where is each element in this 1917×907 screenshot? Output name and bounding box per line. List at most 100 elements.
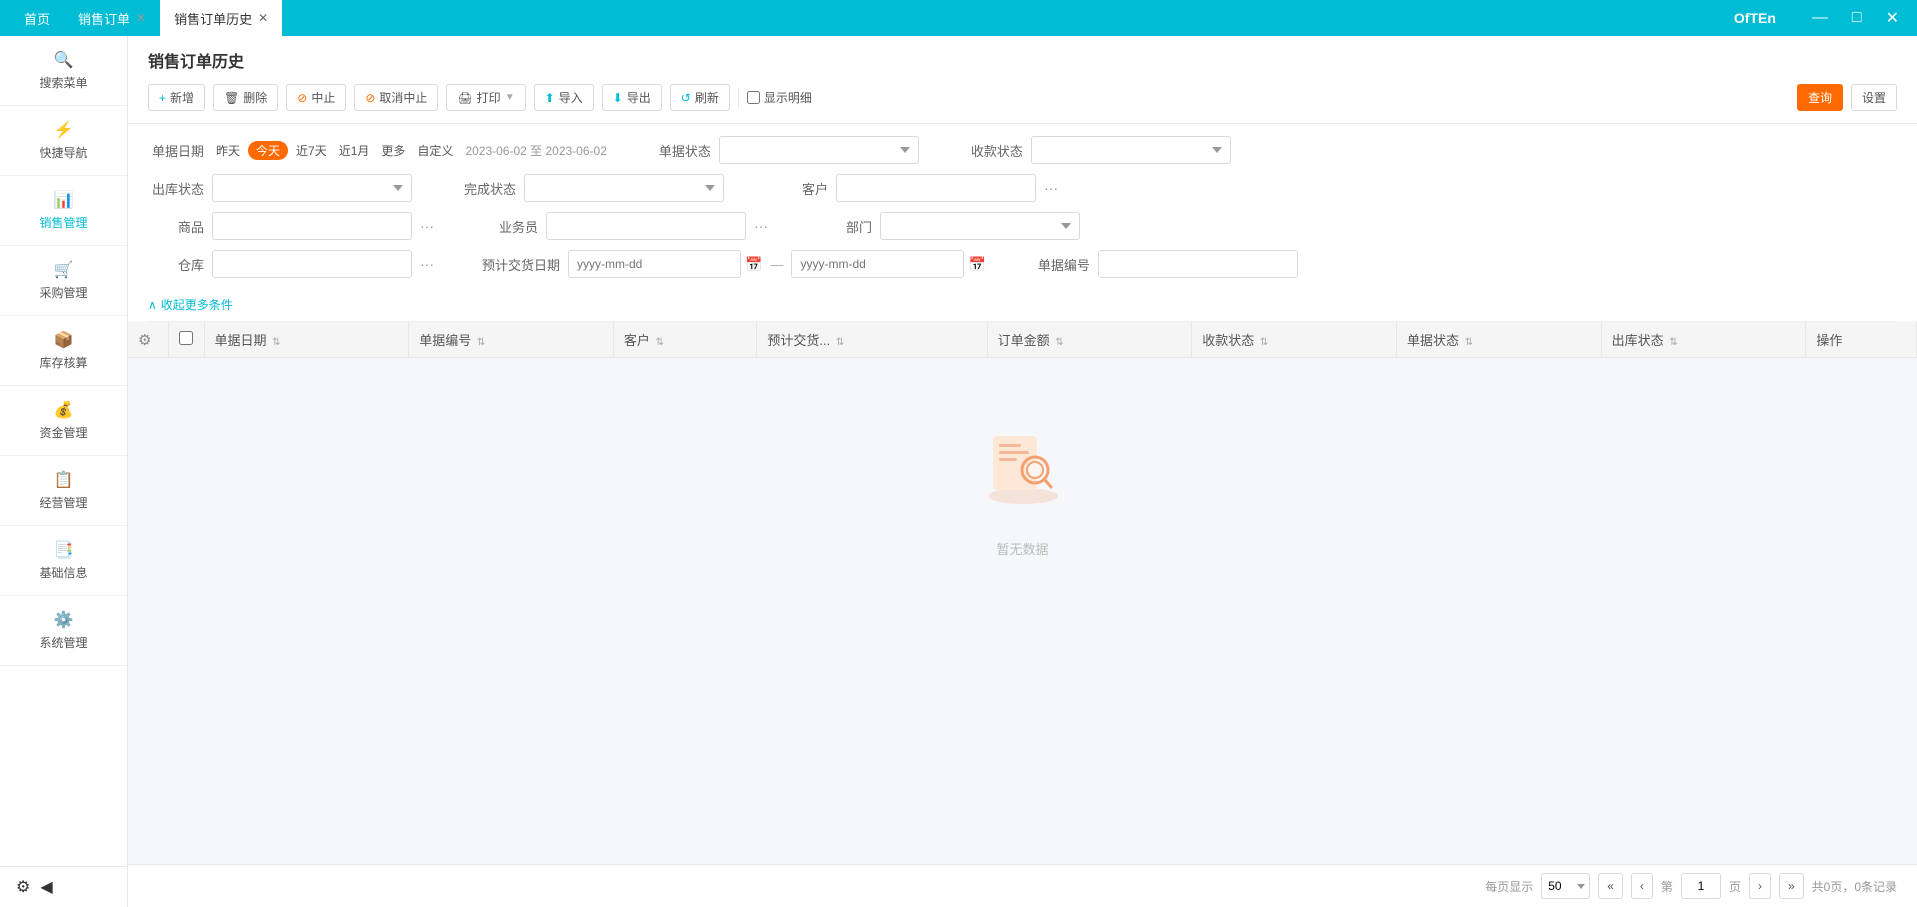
first-page-btn[interactable]: « [1598,873,1623,899]
current-page-input[interactable] [1681,873,1721,899]
customer-input[interactable] [836,174,1036,202]
filter-delivery-status: 出库状态 [148,174,412,202]
expected-date-range: 📅 — 📅 [568,250,986,278]
sidebar-item-base-info[interactable]: 📑 基础信息 [0,526,127,596]
order-status-select[interactable] [719,136,919,164]
refresh-button[interactable]: ↺ 刷新 [670,84,730,111]
close-window-btn[interactable]: ✕ [1878,5,1907,31]
sidebar-item-sales-mgmt[interactable]: 📊 销售管理 [0,176,127,246]
order-status-label: 单据状态 [655,141,711,160]
show-detail-checkbox[interactable] [747,91,760,104]
filter-complete-status: 完成状态 [460,174,724,202]
sidebar-collapse-icon[interactable]: ◀ [40,877,52,897]
salesman-label: 业务员 [482,217,538,236]
sidebar-settings-icon[interactable]: ⚙ [16,877,30,897]
sort-date-icon[interactable]: ⇅ [272,337,280,348]
sidebar-item-finance-label: 资金管理 [39,424,87,441]
date-today-tag[interactable]: 今天 [248,141,288,160]
date-more-btn[interactable]: 更多 [377,141,409,160]
th-settings: ⚙ [128,322,168,358]
export-button[interactable]: ⬇ 导出 [602,84,662,111]
cancel-stop-button[interactable]: ⊘ 取消中止 [354,84,438,111]
table-settings-icon[interactable]: ⚙ [138,332,151,349]
toolbar: + 新增 🗑 删除 ⊘ 中止 ⊘ 取消中止 [148,84,1897,111]
content-area: 销售订单历史 + 新增 🗑 删除 ⊘ 中止 ⊘ [128,36,1917,907]
sidebar-item-operations[interactable]: 📋 经营管理 [0,456,127,526]
sidebar-item-sales-mgmt-label: 销售管理 [39,214,87,231]
delete-button[interactable]: 🗑 删除 [213,84,278,111]
settings-button[interactable]: 设置 [1851,84,1897,111]
sort-expected-date-icon[interactable]: ⇅ [836,337,844,348]
department-label: 部门 [816,217,872,236]
sort-amount-icon[interactable]: ⇅ [1055,337,1063,348]
window-controls: OfTEn — □ ✕ [1734,5,1907,31]
date-yesterday-btn[interactable]: 昨天 [212,141,244,160]
tab-sales-order-history-close[interactable]: ✕ [258,11,268,25]
sidebar-item-purchase-mgmt-label: 采购管理 [39,284,87,301]
product-ellipsis-btn[interactable]: ··· [420,218,434,234]
department-select[interactable] [880,212,1080,240]
prev-page-btn[interactable]: ‹ [1631,873,1653,899]
page-suffix: 页 [1729,878,1741,895]
delivery-status-select[interactable] [212,174,412,202]
expected-date-to[interactable] [791,250,964,278]
customer-ellipsis-btn[interactable]: ··· [1044,180,1058,196]
page-size-select[interactable]: 10 20 50 100 [1541,873,1590,899]
last-page-btn[interactable]: » [1779,873,1804,899]
th-date: 单据日期 ⇅ [204,322,409,358]
collapse-btn[interactable]: ∧ 收起更多条件 [148,292,1897,317]
quick-nav-icon: ⚡ [54,120,74,140]
sort-order-status-icon[interactable]: ⇅ [1465,337,1473,348]
import-button[interactable]: ⬆ 导入 [534,84,594,111]
tab-sales-order-close[interactable]: ✕ [136,11,146,25]
tab-sales-order-history[interactable]: 销售订单历史 ✕ [160,0,282,36]
salesman-ellipsis-btn[interactable]: ··· [754,218,768,234]
new-button[interactable]: + 新增 [148,84,205,111]
stop-button[interactable]: ⊘ 中止 [286,84,346,111]
th-checkbox [168,322,204,358]
payment-status-select[interactable] [1031,136,1231,164]
sidebar-item-system-mgmt[interactable]: ⚙️ 系统管理 [0,596,127,666]
product-input[interactable] [212,212,412,240]
sidebar-item-quick-nav[interactable]: ⚡ 快捷导航 [0,106,127,176]
sidebar-item-inventory[interactable]: 📦 库存核算 [0,316,127,386]
table-header: ⚙ 单据日期 ⇅ 单据编号 ⇅ [128,322,1917,358]
sidebar-item-finance[interactable]: 💰 资金管理 [0,386,127,456]
print-button[interactable]: 🖨 打印 ▼ [446,84,525,111]
calendar-from-icon[interactable]: 📅 [745,256,762,273]
date-custom-btn[interactable]: 自定义 [413,141,457,160]
show-detail-label[interactable]: 显示明细 [747,89,812,106]
order-number-input[interactable] [1098,250,1298,278]
sidebar-item-purchase-mgmt[interactable]: 🛒 采购管理 [0,246,127,316]
tab-home[interactable]: 首页 [10,0,64,36]
complete-status-select[interactable] [524,174,724,202]
sort-payment-status-icon[interactable]: ⇅ [1260,337,1268,348]
warehouse-ellipsis-btn[interactable]: ··· [420,256,434,272]
sidebar-bottom: ⚙ ◀ [0,866,127,907]
restore-btn[interactable]: □ [1844,5,1870,31]
expected-date-from[interactable] [568,250,741,278]
page-label-pre: 第 [1661,878,1673,895]
sort-delivery-status-icon[interactable]: ⇅ [1669,337,1677,348]
sidebar-item-operations-label: 经营管理 [39,494,87,511]
date-last7-btn[interactable]: 近7天 [292,141,331,160]
sidebar-item-search-menu[interactable]: 🔍 搜索菜单 [0,36,127,106]
tab-sales-order[interactable]: 销售订单 ✕ [64,0,160,36]
date-last-month-btn[interactable]: 近1月 [335,141,374,160]
query-button[interactable]: 查询 [1797,84,1843,111]
select-all-checkbox[interactable] [179,331,193,345]
date-range-text: 2023-06-02 至 2023-06-02 [465,142,606,159]
sort-order-no-icon[interactable]: ⇅ [477,337,485,348]
sort-customer-icon[interactable]: ⇅ [656,337,664,348]
filter-customer: 客户 ··· [772,174,1058,202]
minimize-btn[interactable]: — [1804,5,1836,31]
calendar-to-icon[interactable]: 📅 [968,256,985,273]
salesman-input[interactable] [546,212,746,240]
filter-order-status: 单据状态 [655,136,919,164]
date-label: 单据日期 [148,141,204,160]
warehouse-input[interactable] [212,250,412,278]
main-layout: 🔍 搜索菜单 ⚡ 快捷导航 📊 销售管理 🛒 采购管理 📦 库存核算 💰 资金管… [0,36,1917,907]
next-page-btn[interactable]: › [1749,873,1771,899]
th-order-status: 单据状态 ⇅ [1396,322,1601,358]
page-header: 销售订单历史 + 新增 🗑 删除 ⊘ 中止 ⊘ [128,36,1917,124]
